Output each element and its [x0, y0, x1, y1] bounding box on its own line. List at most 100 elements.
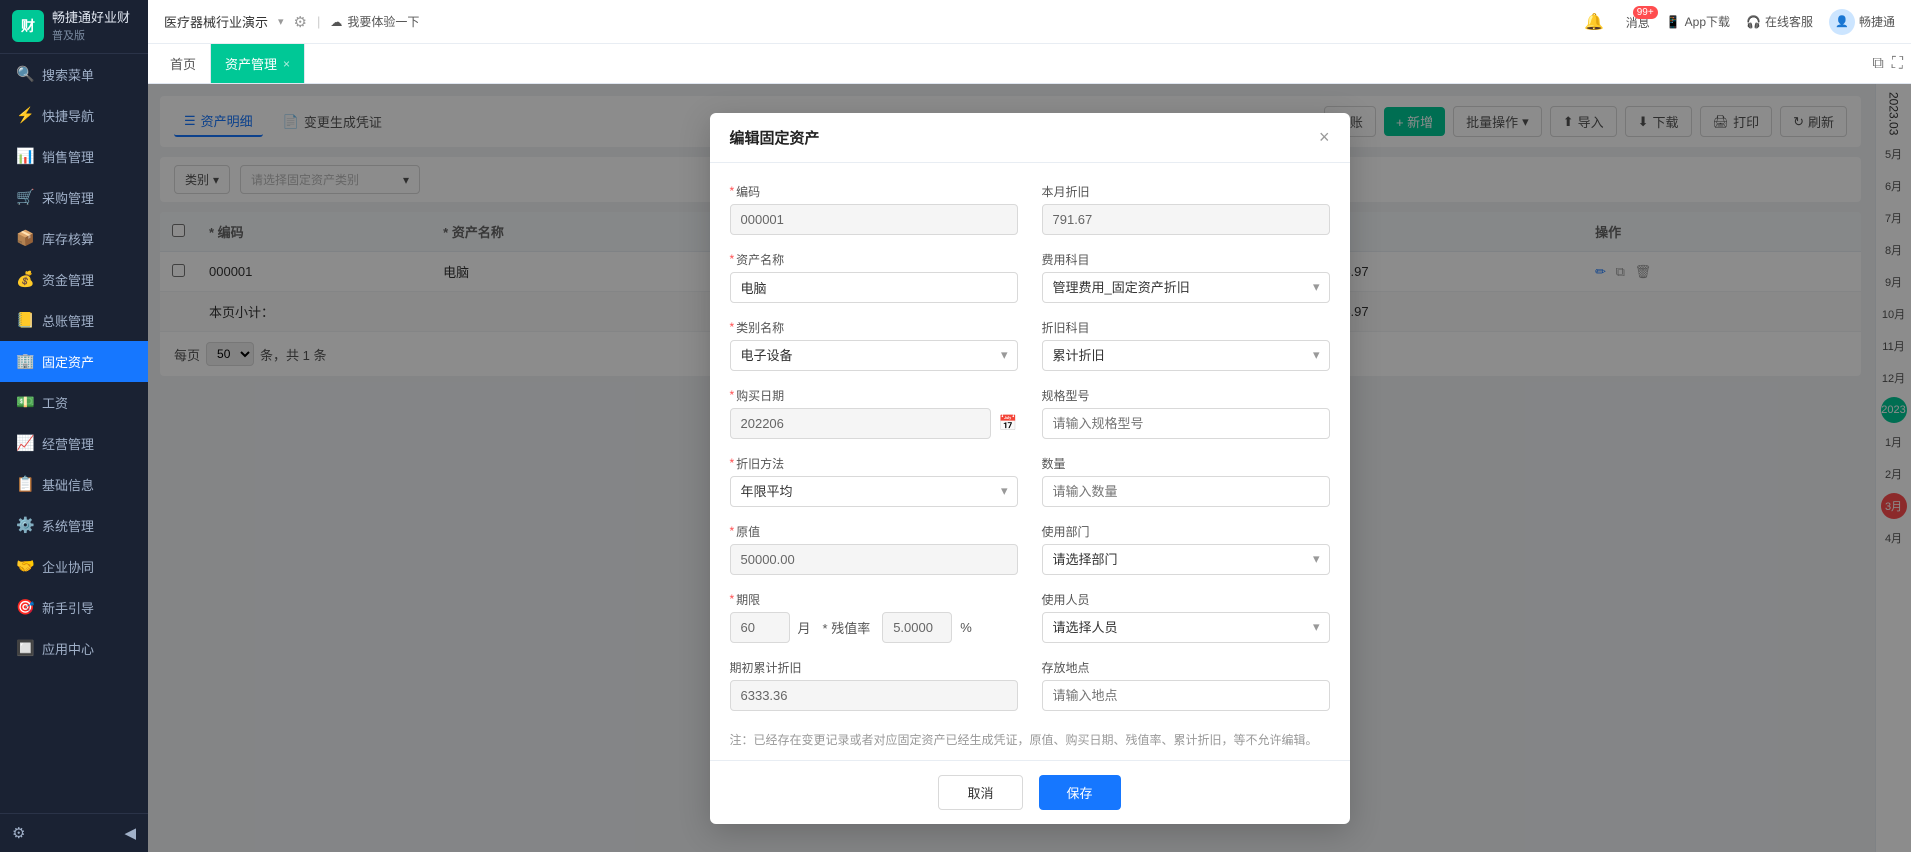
sidebar-item-quicknav[interactable]: ⚡ 快捷导航	[0, 95, 148, 136]
form-depreciation-method: * 折旧方法 年限平均 ▾	[730, 455, 1018, 507]
code-input[interactable]	[730, 204, 1018, 235]
form-personnel: 使用人员 请选择人员 ▾	[1042, 591, 1330, 643]
system-icon: ⚙️	[16, 516, 34, 534]
cancel-button[interactable]: 取消	[938, 775, 1022, 810]
headset-icon: 🎧	[1746, 15, 1761, 29]
tabbar-controls: ⧉ ⛶	[1872, 55, 1903, 73]
form-expense-subject: 费用科目 管理费用_固定资产折旧 ▾	[1042, 251, 1330, 303]
sidebar-item-sales[interactable]: 📊 销售管理	[0, 136, 148, 177]
form-spec: 规格型号	[1042, 387, 1330, 439]
app-download-btn[interactable]: 📱 App下载	[1666, 13, 1730, 30]
sidebar-item-search[interactable]: 🔍 搜索菜单	[0, 54, 148, 95]
personnel-select-wrap: 请选择人员 ▾	[1042, 612, 1330, 643]
online-service-btn[interactable]: 🎧 在线客服	[1746, 13, 1813, 30]
tabbar-tabs: 首页 资产管理 ×	[156, 44, 305, 83]
dialog-note: 注：已经存在变更记录或者对应固定资产已经生成凭证，原值、购买日期、残值率、累计折…	[710, 731, 1350, 760]
maximize-window-btn[interactable]: ⛶	[1892, 55, 1903, 73]
logo-title: 畅捷通好业财	[52, 10, 130, 27]
form-monthly-depreciation: 本月折旧	[1042, 183, 1330, 235]
quantity-input[interactable]	[1042, 476, 1330, 507]
notification-btn[interactable]: 🔔 99+ 消息	[1584, 12, 1650, 32]
form-depreciation-subject: 折旧科目 累计折旧 ▾	[1042, 319, 1330, 371]
sidebar-item-salary[interactable]: 💵 工资	[0, 382, 148, 423]
sidebar-item-company[interactable]: 🤝 企业协同	[0, 546, 148, 587]
sidebar-item-basic[interactable]: 📋 基础信息	[0, 464, 148, 505]
initial-accumulated-input[interactable]	[730, 680, 1018, 711]
form-location: 存放地点	[1042, 659, 1330, 711]
location-input[interactable]	[1042, 680, 1330, 711]
notification-badge: 99+	[1633, 6, 1658, 19]
purchase-date-inline: 📅	[730, 408, 1018, 439]
settings-icon[interactable]: ⚙	[294, 13, 307, 31]
appcenter-icon: 🔲	[16, 639, 34, 657]
sidebar-item-appcenter[interactable]: 🔲 应用中心	[0, 628, 148, 669]
sidebar: 财 畅捷通好业财 普及版 🔍 搜索菜单 ⚡ 快捷导航 📊 销售管理 🛒 采购管理…	[0, 0, 148, 852]
purchase-date-input[interactable]	[730, 408, 991, 439]
department-select[interactable]: 请选择部门	[1042, 544, 1330, 575]
depreciation-subject-select[interactable]: 累计折旧	[1042, 340, 1330, 371]
settings-icon[interactable]: ⚙	[12, 824, 25, 842]
dialog-footer: 取消 保存	[710, 760, 1350, 824]
sidebar-item-ledger[interactable]: 📒 总账管理	[0, 300, 148, 341]
salary-icon: 💵	[16, 393, 34, 411]
tab-asset-close[interactable]: ×	[283, 57, 290, 71]
form-original-value: * 原值	[730, 523, 1018, 575]
tabbar: 首页 资产管理 × ⧉ ⛶	[148, 44, 1911, 84]
sales-icon: 📊	[16, 147, 34, 165]
basic-icon: 📋	[16, 475, 34, 493]
sidebar-item-operations[interactable]: 📈 经营管理	[0, 423, 148, 464]
dialog-close-btn[interactable]: ×	[1319, 127, 1330, 148]
category-select[interactable]: 电子设备	[730, 340, 1018, 371]
purchase-icon: 🛒	[16, 188, 34, 206]
calendar-icon[interactable]: 📅	[999, 414, 1018, 432]
user-profile-btn[interactable]: 👤 畅捷通	[1829, 9, 1895, 35]
sidebar-item-guide[interactable]: 🎯 新手引导	[0, 587, 148, 628]
spec-input[interactable]	[1042, 408, 1330, 439]
company-icon: 🤝	[16, 557, 34, 575]
logo-icon: 财	[12, 10, 44, 42]
location-label: 存放地点	[1042, 659, 1330, 676]
expense-subject-select[interactable]: 管理费用_固定资产折旧	[1042, 272, 1330, 303]
guide-icon: 🎯	[16, 598, 34, 616]
original-value-input[interactable]	[730, 544, 1018, 575]
tab-home[interactable]: 首页	[156, 44, 211, 83]
dialog-overlay: 编辑固定资产 × * 编码 本月折旧	[148, 84, 1911, 852]
form-initial-accumulated: 期初累计折旧	[730, 659, 1018, 711]
category-select-wrap: 电子设备 ▾	[730, 340, 1018, 371]
topbar: 医疗器械行业演示 ▾ ⚙ | ☁ 我要体验一下 🔔 99+ 消息 📱 App下载…	[148, 0, 1911, 44]
fixedasset-icon: 🏢	[16, 352, 34, 370]
residual-rate-input[interactable]	[882, 612, 952, 643]
asset-name-label: * 资产名称	[730, 251, 1018, 268]
initial-accumulated-label: 期初累计折旧	[730, 659, 1018, 676]
dialog-header: 编辑固定资产 ×	[710, 113, 1350, 163]
save-button[interactable]: 保存	[1039, 775, 1121, 810]
company-dropdown-icon[interactable]: ▾	[278, 15, 284, 28]
sidebar-item-inventory[interactable]: 📦 库存核算	[0, 218, 148, 259]
form-code: * 编码	[730, 183, 1018, 235]
sidebar-item-purchase[interactable]: 🛒 采购管理	[0, 177, 148, 218]
sidebar-item-fixedasset[interactable]: 🏢 固定资产	[0, 341, 148, 382]
period-label: * 期限	[730, 591, 1018, 608]
feedback-btn[interactable]: ☁ 我要体验一下	[330, 13, 419, 30]
form-category: * 类别名称 电子设备 ▾	[730, 319, 1018, 371]
personnel-select[interactable]: 请选择人员	[1042, 612, 1330, 643]
monthly-depreciation-input[interactable]	[1042, 204, 1330, 235]
depreciation-method-select[interactable]: 年限平均	[730, 476, 1018, 507]
tab-asset[interactable]: 资产管理 ×	[211, 44, 305, 83]
ledger-icon: 📒	[16, 311, 34, 329]
asset-name-input[interactable]	[730, 272, 1018, 303]
sidebar-bottom: ⚙ ◀	[0, 813, 148, 852]
feedback-icon: ☁	[330, 15, 342, 29]
restore-window-btn[interactable]: ⧉	[1872, 55, 1883, 73]
period-input[interactable]	[730, 612, 790, 643]
depreciation-subject-label: 折旧科目	[1042, 319, 1330, 336]
depreciation-method-select-wrap: 年限平均 ▾	[730, 476, 1018, 507]
monthly-depreciation-label: 本月折旧	[1042, 183, 1330, 200]
sidebar-item-funds[interactable]: 💰 资金管理	[0, 259, 148, 300]
company-title: 医疗器械行业演示	[164, 12, 268, 31]
bell-icon: 🔔	[1584, 14, 1604, 31]
collapse-icon[interactable]: ◀	[124, 824, 136, 842]
form-department: 使用部门 请选择部门 ▾	[1042, 523, 1330, 575]
sidebar-item-system[interactable]: ⚙️ 系统管理	[0, 505, 148, 546]
purchase-date-label: * 购买日期	[730, 387, 1018, 404]
